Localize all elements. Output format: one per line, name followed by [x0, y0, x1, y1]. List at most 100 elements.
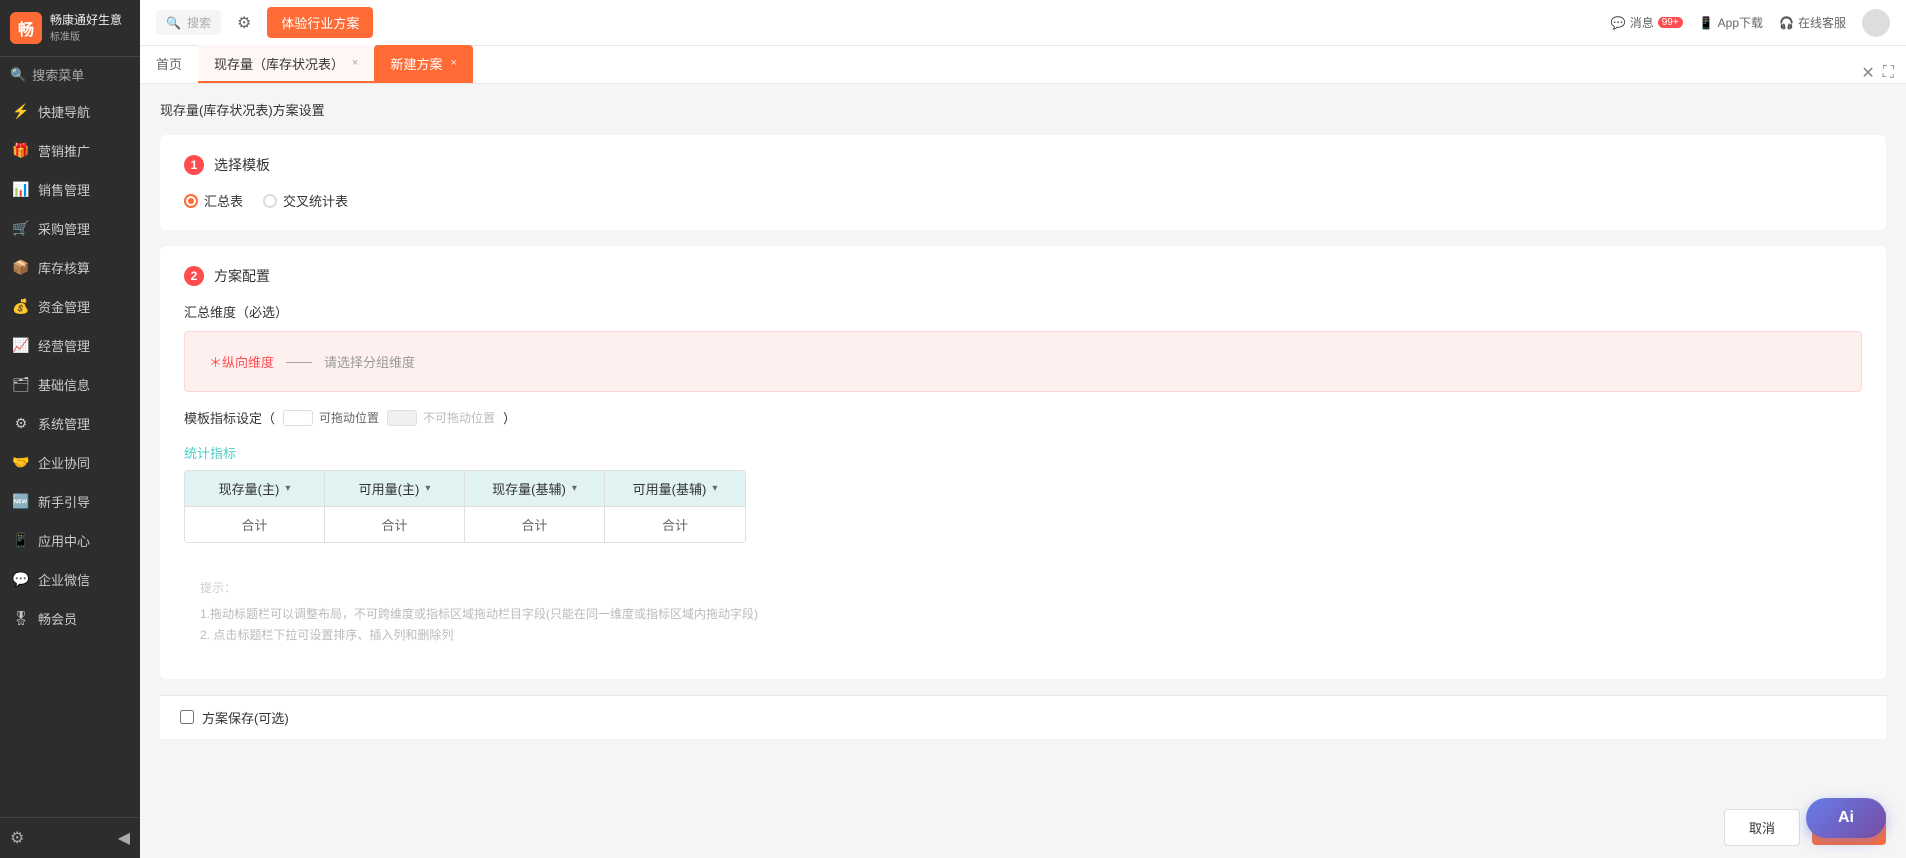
save-label: 方案保存(可选) — [202, 708, 289, 727]
content-area: 现存量(库存状况表)方案设置 1 选择模板 汇总表 交叉统计表 2 — [140, 84, 1906, 797]
stats-col-0-body: 合计 — [185, 507, 324, 542]
stats-col-1-body: 合计 — [325, 507, 464, 542]
metrics-config-label: 模板指标设定（ 可拖动位置 不可拖动位置 ） — [184, 408, 1862, 427]
tabs-right-actions: ✕ ⛶ — [1861, 63, 1906, 83]
tab-new-scheme[interactable]: 新建方案 × — [374, 45, 472, 83]
radio-summary-dot — [184, 194, 198, 208]
wechat-icon: 💬 — [12, 571, 30, 589]
sidebar-item-system[interactable]: ⚙ 系统管理 — [0, 404, 140, 443]
sidebar-collapse-icon[interactable]: ◀ — [118, 828, 130, 848]
template-radio-group: 汇总表 交叉统计表 — [184, 191, 1862, 210]
logo-icon: 畅 — [10, 12, 42, 44]
sidebar-settings-icon[interactable]: ⚙ — [10, 828, 24, 848]
step1-badge: 1 — [184, 155, 204, 175]
sidebar-item-marketing[interactable]: 🎁 营销推广 — [0, 131, 140, 170]
non-draggable-indicator: 不可拖动位置 — [387, 409, 495, 426]
tabs-bar: 首页 现存量（库存状况表） × 新建方案 × ✕ ⛶ — [140, 46, 1906, 84]
topbar-app-download[interactable]: 📱 App下载 — [1699, 14, 1763, 31]
stats-col-0-header[interactable]: 现存量(主) ▾ — [185, 471, 324, 507]
tab-home[interactable]: 首页 — [140, 45, 198, 83]
dimension-area: ＊纵向维度 —— 请选择分组维度 — [184, 331, 1862, 392]
sidebar-item-basic-info[interactable]: 🗂 基础信息 — [0, 365, 140, 404]
sidebar: 畅 畅康通好生意 标准版 🔍 搜索菜单 ⚡ 快捷导航 🎁 营销推广 📊 销售管理… — [0, 0, 140, 858]
ai-float-button[interactable]: Ai — [1806, 798, 1886, 838]
tab-inventory-status[interactable]: 现存量（库存状况表） × — [198, 45, 374, 83]
sidebar-search-menu[interactable]: 🔍 搜索菜单 — [0, 57, 140, 92]
member-icon: 🎖 — [12, 610, 30, 628]
step2-header: 2 方案配置 — [184, 266, 1862, 286]
tab-new-scheme-close[interactable]: × — [450, 57, 456, 69]
step2-title: 方案配置 — [214, 266, 270, 286]
search-icon: 🔍 — [10, 67, 26, 83]
main-area: 🔍 搜索 ⚙ 体验行业方案 💬 消息 99+ 📱 App下载 🎧 在线客服 — [140, 0, 1906, 858]
col-2-chevron[interactable]: ▾ — [572, 483, 577, 494]
stats-col-3-body: 合计 — [605, 507, 745, 542]
sidebar-logo: 畅 畅康通好生意 标准版 — [0, 0, 140, 57]
vertical-dimension-label: ＊纵向维度 — [209, 352, 274, 371]
sidebar-item-sales[interactable]: 📊 销售管理 — [0, 170, 140, 209]
col-0-chevron[interactable]: ▾ — [285, 483, 290, 494]
col-1-chevron[interactable]: ▾ — [425, 483, 430, 494]
dimension-placeholder[interactable]: 请选择分组维度 — [324, 352, 415, 371]
step1-card: 1 选择模板 汇总表 交叉统计表 — [160, 135, 1886, 230]
hint-item-1: 2. 点击标题栏下拉可设置排序、插入列和删除列 — [200, 625, 1846, 647]
quick-nav-icon: ⚡ — [12, 103, 30, 121]
page-title: 现存量(库存状况表)方案设置 — [160, 100, 1886, 119]
save-checkbox[interactable] — [180, 710, 194, 724]
guide-icon: 🆕 — [12, 493, 30, 511]
topbar-online-service[interactable]: 🎧 在线客服 — [1779, 14, 1846, 31]
hint-area: 提示： 1.拖动标题栏可以调整布局，不可跨维度或指标区域拖动栏目字段(只能在同一… — [184, 566, 1862, 659]
app-download-icon: 📱 — [1699, 16, 1714, 30]
radio-cross[interactable]: 交叉统计表 — [263, 191, 348, 210]
topbar-right: 💬 消息 99+ 📱 App下载 🎧 在线客服 — [1611, 9, 1890, 37]
save-section: 方案保存(可选) — [160, 695, 1886, 739]
user-avatar[interactable] — [1862, 9, 1890, 37]
topbar-search[interactable]: 🔍 搜索 — [156, 10, 221, 35]
topbar: 🔍 搜索 ⚙ 体验行业方案 💬 消息 99+ 📱 App下载 🎧 在线客服 — [140, 0, 1906, 46]
service-icon: 🎧 — [1779, 16, 1794, 30]
stats-col-3-header[interactable]: 可用量(基辅) ▾ — [605, 471, 745, 507]
stats-col-1-header[interactable]: 可用量(主) ▾ — [325, 471, 464, 507]
radio-summary[interactable]: 汇总表 — [184, 191, 243, 210]
sidebar-item-guide[interactable]: 🆕 新手引导 — [0, 482, 140, 521]
inventory-icon: 📦 — [12, 259, 30, 277]
sidebar-item-operations[interactable]: 📈 经营管理 — [0, 326, 140, 365]
topbar-settings-icon[interactable]: ⚙ — [237, 13, 251, 33]
col-3-chevron[interactable]: ▾ — [712, 483, 717, 494]
sidebar-bottom: ⚙ ◀ — [0, 817, 140, 858]
sidebar-item-enterprise[interactable]: 🤝 企业协同 — [0, 443, 140, 482]
sidebar-item-app[interactable]: 📱 应用中心 — [0, 521, 140, 560]
app-icon: 📱 — [12, 532, 30, 550]
draggable-toggle[interactable]: 可拖动位置 — [283, 409, 379, 426]
trial-btn[interactable]: 体验行业方案 — [267, 7, 373, 38]
stats-col-2-body: 合计 — [465, 507, 604, 542]
non-drag-box — [387, 410, 417, 426]
message-icon: 💬 — [1611, 16, 1626, 30]
radio-cross-dot — [263, 194, 277, 208]
toggle-box — [283, 410, 313, 426]
step2-card: 2 方案配置 汇总维度（必选） ＊纵向维度 —— 请选择分组维度 模板指标设定（… — [160, 246, 1886, 679]
footer-actions: 取消 查询 — [140, 797, 1906, 858]
stats-col-2-header[interactable]: 现存量(基辅) ▾ — [465, 471, 604, 507]
basic-info-icon: 🗂 — [12, 376, 30, 394]
tab-inventory-close[interactable]: × — [352, 57, 358, 69]
stats-table: 现存量(主) ▾ 合计 可用量(主) ▾ 合计 — [184, 470, 746, 543]
sidebar-item-purchase[interactable]: 🛒 采购管理 — [0, 209, 140, 248]
stats-col-0: 现存量(主) ▾ 合计 — [185, 471, 325, 542]
metrics-config: 模板指标设定（ 可拖动位置 不可拖动位置 ） — [184, 408, 1862, 427]
sidebar-item-member[interactable]: 🎖 畅会员 — [0, 599, 140, 638]
topbar-search-icon: 🔍 — [166, 16, 181, 30]
sidebar-item-inventory[interactable]: 📦 库存核算 — [0, 248, 140, 287]
hint-item-0: 1.拖动标题栏可以调整布局，不可跨维度或指标区域拖动栏目字段(只能在同一维度或指… — [200, 604, 1846, 626]
system-icon: ⚙ — [12, 415, 30, 433]
topbar-message[interactable]: 💬 消息 99+ — [1611, 14, 1683, 31]
sidebar-item-quick-nav[interactable]: ⚡ 快捷导航 — [0, 92, 140, 131]
window-close-icon[interactable]: ✕ — [1861, 63, 1874, 83]
sidebar-item-finance[interactable]: 💰 资金管理 — [0, 287, 140, 326]
operations-icon: 📈 — [12, 337, 30, 355]
step1-header: 1 选择模板 — [184, 155, 1862, 175]
cancel-button[interactable]: 取消 — [1724, 809, 1800, 846]
sidebar-item-wechat[interactable]: 💬 企业微信 — [0, 560, 140, 599]
marketing-icon: 🎁 — [12, 142, 30, 160]
window-expand-icon[interactable]: ⛶ — [1883, 64, 1894, 82]
